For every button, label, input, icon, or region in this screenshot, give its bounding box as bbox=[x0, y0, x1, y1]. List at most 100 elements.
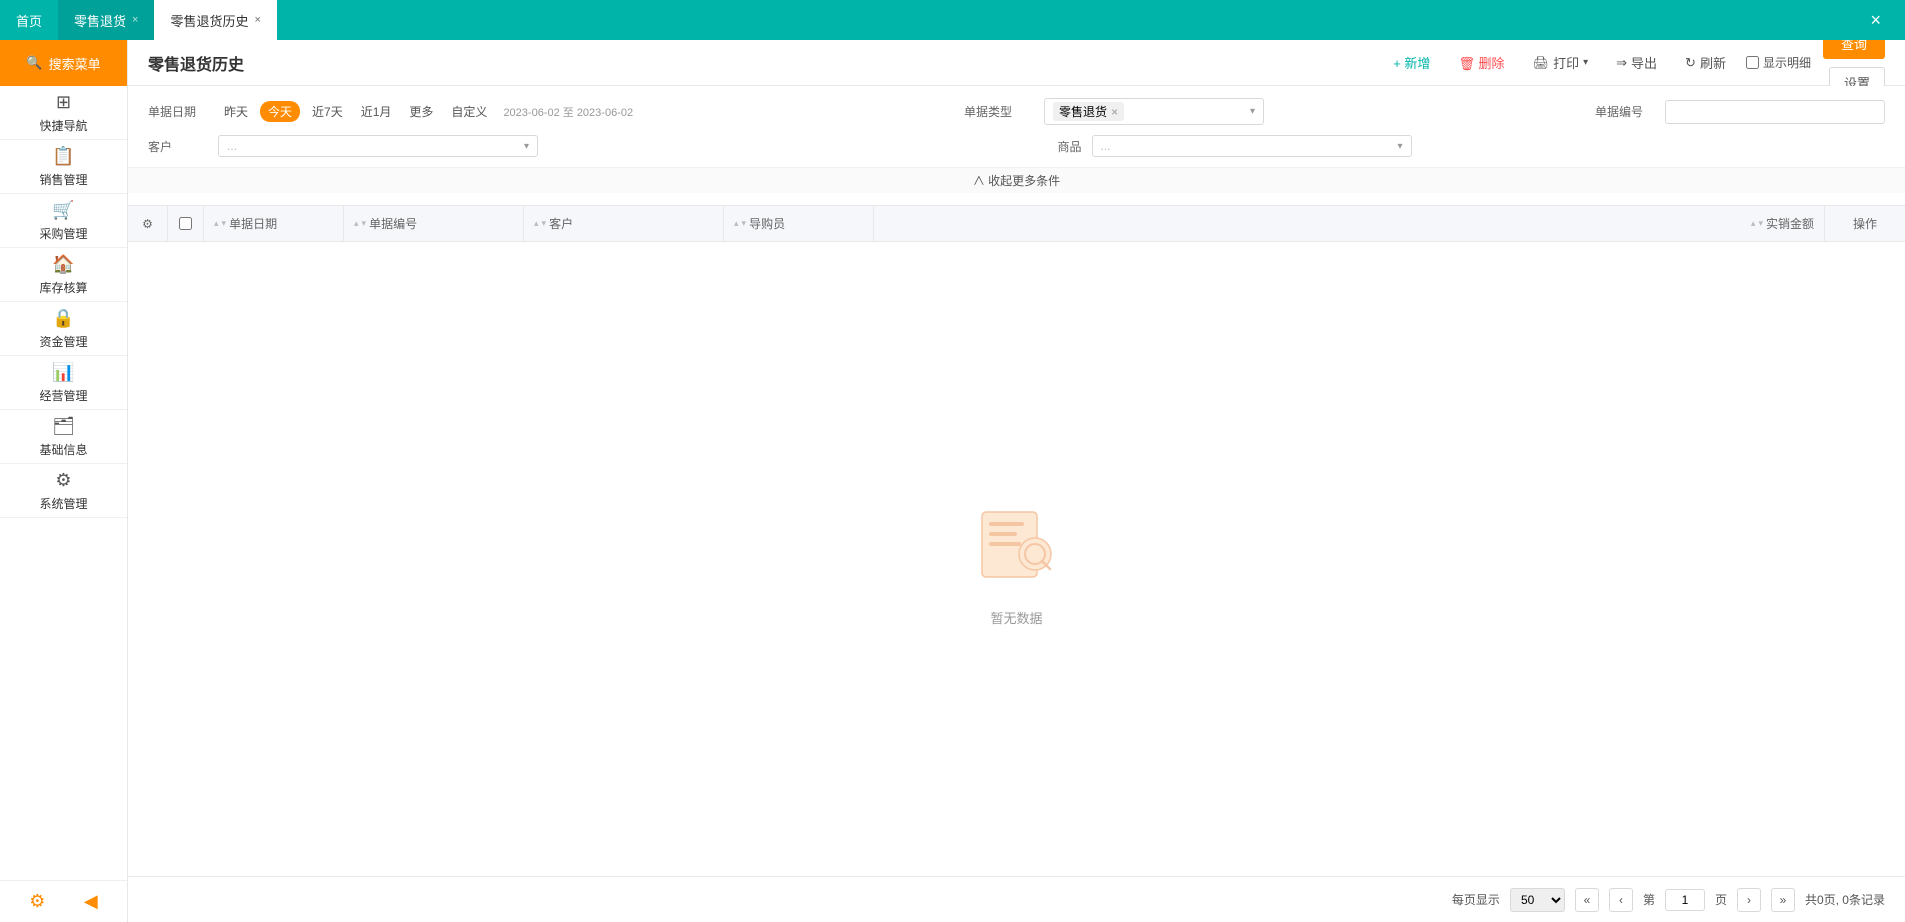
sidebar-item-quick-nav[interactable]: ⊞ 快捷导航 bbox=[0, 86, 127, 140]
refresh-button[interactable]: ↻ 刷新 bbox=[1677, 49, 1734, 76]
th-checkbox[interactable] bbox=[168, 206, 204, 241]
date-btn-today[interactable]: 今天 bbox=[260, 101, 300, 122]
collapse-sidebar-icon[interactable]: ◀ bbox=[84, 891, 98, 912]
new-button[interactable]: + 新增 bbox=[1385, 49, 1438, 76]
next-page-btn[interactable]: › bbox=[1737, 888, 1761, 912]
sidebar-search-label: 搜索菜单 bbox=[49, 54, 101, 73]
collapse-filter-btn[interactable]: ∧ 收起更多条件 bbox=[128, 167, 1905, 193]
funds-mgmt-icon: 🔒 bbox=[52, 308, 74, 329]
sidebar-item-sales-mgmt-label: 销售管理 bbox=[39, 171, 87, 188]
sidebar: 🔍 搜索菜单 ⊞ 快捷导航 📋 销售管理 🛒 采购管理 🏠 库存核算 🔒 资金管… bbox=[0, 40, 128, 922]
first-page-btn[interactable]: « bbox=[1575, 888, 1599, 912]
page-size-select[interactable]: 50 100 200 bbox=[1510, 888, 1565, 912]
content-area: 零售退货历史 + 新增 🗑 删除 🖨 打印 ▾ ⇒ 导出 ↻ 刷新 bbox=[128, 40, 1905, 922]
sort-down-icon-4: ▾ bbox=[742, 218, 747, 229]
show-detail-toggle[interactable]: 显示明细 bbox=[1746, 54, 1811, 71]
query-button[interactable]: 查询 bbox=[1823, 40, 1885, 59]
sidebar-item-inventory-calc-label: 库存核算 bbox=[39, 279, 87, 296]
sidebar-item-inventory-calc[interactable]: 🏠 库存核算 bbox=[0, 248, 127, 302]
tab-home[interactable]: 首页 bbox=[0, 0, 58, 40]
print-arrow-icon: ▾ bbox=[1583, 57, 1588, 68]
show-detail-checkbox[interactable] bbox=[1746, 56, 1759, 69]
sort-down-icon: ▾ bbox=[222, 218, 227, 229]
date-btn-more[interactable]: 更多 bbox=[403, 101, 439, 122]
filter-area: 单据日期 昨天 今天 近7天 近1月 更多 自定义 2023-06-02 至 2… bbox=[128, 86, 1905, 206]
goods-filter-label: 商品 bbox=[1012, 138, 1092, 155]
table-area: ⚙ ▴ ▾ 单据日期 ▴ ▾ 单据编号 ▴ ▾ 客户 bbox=[128, 206, 1905, 922]
page-label: 第 bbox=[1643, 891, 1655, 908]
tab-retail-return-history[interactable]: 零售退货历史 × bbox=[154, 0, 276, 40]
last-page-btn[interactable]: » bbox=[1771, 888, 1795, 912]
purchase-mgmt-icon: 🛒 bbox=[52, 200, 74, 221]
th-action: 操作 bbox=[1825, 206, 1905, 241]
sidebar-item-purchase-mgmt-label: 采购管理 bbox=[39, 225, 87, 242]
sort-up-icon-3: ▴ bbox=[534, 218, 539, 229]
delete-button[interactable]: 🗑 删除 bbox=[1450, 49, 1512, 76]
tab-retail-return[interactable]: 零售退货 × bbox=[58, 0, 154, 40]
export-label: 导出 bbox=[1631, 53, 1657, 72]
bill-type-remove-icon[interactable]: × bbox=[1111, 105, 1118, 119]
sort-up-icon-5: ▴ bbox=[1751, 218, 1756, 229]
sort-down-icon-5: ▾ bbox=[1758, 218, 1763, 229]
sidebar-item-basic-info-label: 基础信息 bbox=[39, 441, 87, 458]
th-guide-label: 导购员 bbox=[749, 215, 785, 232]
page-unit: 页 bbox=[1715, 891, 1727, 908]
date-btn-yesterday[interactable]: 昨天 bbox=[218, 101, 254, 122]
tab-retail-return-close[interactable]: × bbox=[132, 14, 138, 26]
empty-state-icon bbox=[967, 492, 1067, 592]
empty-state: 暂无数据 bbox=[128, 242, 1905, 876]
settings-bottom-icon[interactable]: ⚙ bbox=[29, 891, 45, 912]
table-header: ⚙ ▴ ▾ 单据日期 ▴ ▾ 单据编号 ▴ ▾ 客户 bbox=[128, 206, 1905, 242]
sidebar-search[interactable]: 🔍 搜索菜单 bbox=[0, 40, 127, 86]
inventory-calc-icon: 🏠 bbox=[52, 254, 74, 275]
goods-select[interactable]: ... ▾ bbox=[1092, 135, 1412, 157]
tab-retail-return-history-close[interactable]: × bbox=[254, 14, 260, 26]
tab-home-label: 首页 bbox=[16, 11, 42, 30]
empty-state-text: 暂无数据 bbox=[990, 608, 1042, 627]
date-btn-last7[interactable]: 近7天 bbox=[306, 101, 349, 122]
export-button[interactable]: ⇒ 导出 bbox=[1608, 49, 1665, 76]
sidebar-item-funds-mgmt[interactable]: 🔒 资金管理 bbox=[0, 302, 127, 356]
print-button[interactable]: 🖨 打印 ▾ bbox=[1525, 49, 1597, 76]
sort-down-icon-3: ▾ bbox=[542, 218, 547, 229]
th-bill-no-label: 单据编号 bbox=[369, 215, 417, 232]
filter-row-1: 单据日期 昨天 今天 近7天 近1月 更多 自定义 2023-06-02 至 2… bbox=[148, 98, 1885, 125]
th-date-label: 单据日期 bbox=[229, 215, 277, 232]
sidebar-item-ops-mgmt-label: 经营管理 bbox=[39, 387, 87, 404]
prev-page-btn[interactable]: ‹ bbox=[1609, 888, 1633, 912]
page-input[interactable] bbox=[1665, 889, 1705, 911]
export-icon: ⇒ bbox=[1616, 55, 1627, 71]
refresh-label: 刷新 bbox=[1700, 53, 1726, 72]
sidebar-item-purchase-mgmt[interactable]: 🛒 采购管理 bbox=[0, 194, 127, 248]
pagination-bar: 每页显示 50 100 200 « ‹ 第 页 › » 共0页, 0条记录 bbox=[128, 876, 1905, 922]
show-detail-label: 显示明细 bbox=[1763, 54, 1811, 71]
th-date: ▴ ▾ 单据日期 bbox=[204, 206, 344, 241]
bill-type-select[interactable]: 零售退货 × ▾ bbox=[1044, 98, 1264, 125]
th-guide: ▴ ▾ 导购员 bbox=[724, 206, 874, 241]
th-settings[interactable]: ⚙ bbox=[128, 206, 168, 241]
th-action-label: 操作 bbox=[1853, 215, 1877, 232]
date-btn-last1month[interactable]: 近1月 bbox=[355, 101, 398, 122]
sidebar-item-sales-mgmt[interactable]: 📋 销售管理 bbox=[0, 140, 127, 194]
bill-no-input[interactable] bbox=[1665, 100, 1885, 124]
basic-info-icon: 🗂 bbox=[52, 416, 75, 437]
th-amount: ▴ ▾ 实销金额 bbox=[874, 206, 1825, 241]
goods-placeholder: ... bbox=[1101, 139, 1111, 153]
customer-select[interactable]: ... ▾ bbox=[218, 135, 538, 157]
date-btn-custom[interactable]: 自定义 bbox=[445, 101, 493, 122]
top-bar: 首页 零售退货 × 零售退货历史 × × bbox=[0, 0, 1905, 40]
customer-arrow-icon: ▾ bbox=[524, 141, 529, 152]
select-all-checkbox[interactable] bbox=[179, 217, 192, 230]
sidebar-item-system-mgmt-label: 系统管理 bbox=[39, 495, 87, 512]
tab-retail-return-label: 零售退货 bbox=[74, 11, 126, 30]
page-size-label: 每页显示 bbox=[1452, 891, 1500, 908]
sidebar-item-ops-mgmt[interactable]: 📊 经营管理 bbox=[0, 356, 127, 410]
close-window-button[interactable]: × bbox=[1862, 10, 1889, 31]
tab-bar: 首页 零售退货 × 零售退货历史 × bbox=[0, 0, 1862, 40]
sidebar-item-basic-info[interactable]: 🗂 基础信息 bbox=[0, 410, 127, 464]
sidebar-item-system-mgmt[interactable]: ⚙ 系统管理 bbox=[0, 464, 127, 518]
th-bill-no: ▴ ▾ 单据编号 bbox=[344, 206, 524, 241]
main-layout: 🔍 搜索菜单 ⊞ 快捷导航 📋 销售管理 🛒 采购管理 🏠 库存核算 🔒 资金管… bbox=[0, 40, 1905, 922]
filter-row-2: 客户 ... ▾ 商品 ... ▾ bbox=[148, 135, 1885, 157]
bill-no-filter-label: 单据编号 bbox=[1595, 103, 1665, 120]
